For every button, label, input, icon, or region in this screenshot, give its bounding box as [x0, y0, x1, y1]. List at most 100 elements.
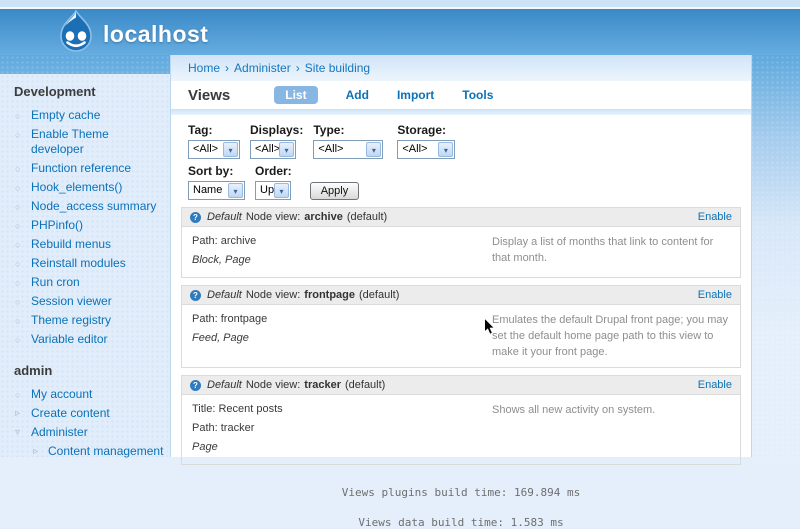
breadcrumb-administer-link[interactable]: Administer: [234, 61, 291, 75]
circle-bullet-icon: ○: [15, 278, 21, 288]
help-icon[interactable]: ?: [190, 289, 201, 301]
type-select[interactable]: <All> ▾: [313, 140, 384, 159]
sidebar-item-empty-cache[interactable]: ○ Empty cache: [0, 108, 170, 123]
circle-bullet-icon: ○: [15, 202, 21, 212]
chevron-down-icon: ▾: [228, 183, 243, 198]
chevron-down-icon: ▾: [223, 142, 238, 157]
view-type-label: Node view:: [245, 289, 301, 301]
sort-by-filter-label: Sort by:: [188, 164, 234, 178]
storage-filter-label: Storage:: [397, 123, 447, 137]
sidebar-item-reinstall-modules[interactable]: ○ Reinstall modules: [0, 256, 170, 271]
mouse-cursor: [483, 316, 496, 341]
view-details: Path: frontpage Feed, Page: [192, 310, 492, 360]
order-select[interactable]: Up ▾: [255, 181, 291, 200]
help-icon[interactable]: ?: [190, 379, 201, 391]
drupal-logo-icon[interactable]: [54, 9, 98, 55]
breadcrumb: Home › Administer › Site building: [171, 55, 751, 81]
storage-select[interactable]: <All> ▾: [397, 140, 456, 159]
view-path: Path: tracker: [192, 422, 255, 434]
view-row-header: ? Default Node view: frontpage (default)…: [182, 286, 740, 305]
views-data-build-time: Views data build time: 1.583 ms: [358, 516, 564, 529]
view-suffix: (default): [344, 379, 386, 391]
view-row-header: ? Default Node view: archive (default) E…: [182, 208, 740, 227]
circle-bullet-icon: ○: [15, 111, 21, 121]
chevron-down-icon: ▾: [274, 183, 289, 198]
view-badge: Default: [207, 211, 242, 223]
tab-list[interactable]: List: [274, 86, 318, 104]
chevron-down-icon: ▾: [279, 142, 294, 157]
view-badge: Default: [207, 289, 242, 301]
view-name: archive: [304, 211, 343, 223]
top-strip: [0, 0, 800, 9]
view-type-label: Node view:: [245, 211, 301, 223]
tab-import[interactable]: Import: [397, 88, 434, 102]
type-filter-label: Type:: [313, 123, 345, 137]
devel-timers: Views plugins build time: 169.894 ms Vie…: [181, 486, 741, 529]
breadcrumb-home-link[interactable]: Home: [188, 61, 220, 75]
sidebar-item-phpinfo[interactable]: ○ PHPinfo(): [0, 218, 170, 233]
view-badge: Default: [207, 379, 242, 391]
expanded-arrow-icon: ▿: [15, 427, 21, 438]
tab-underline-strip: [171, 109, 751, 115]
view-row-frontpage: ? Default Node view: frontpage (default)…: [181, 285, 741, 368]
sidebar: Development ○ Empty cache ○ Enable Theme d…: [0, 84, 170, 463]
main-panel: Home › Administer › Site building Views List…: [170, 55, 752, 529]
apply-button[interactable]: Apply: [309, 182, 360, 200]
breadcrumb-site-building-link[interactable]: Site building: [305, 61, 370, 75]
sidebar-item-enable-theme-developer[interactable]: ○ Enable Theme developer: [0, 127, 170, 157]
displays-filter-label: Displays:: [250, 123, 304, 137]
sidebar-section-development: Development: [14, 84, 96, 99]
view-description: Shows all new activity on system.: [492, 404, 656, 416]
view-name: tracker: [304, 379, 341, 391]
view-details: Title: Recent posts Path: tracker Page: [192, 400, 492, 457]
view-display-types: Page: [192, 441, 218, 453]
circle-bullet-icon: ○: [15, 259, 21, 269]
views-plugins-build-time: Views plugins build time: 169.894 ms: [341, 486, 581, 499]
sidebar-item-create-content[interactable]: ▹ Create content: [0, 406, 170, 421]
breadcrumb-separator: ›: [295, 61, 300, 75]
view-display-types: Block, Page: [192, 254, 251, 266]
circle-bullet-icon: ○: [15, 130, 21, 140]
circle-bullet-icon: ○: [15, 390, 21, 400]
help-icon[interactable]: ?: [190, 211, 201, 223]
sidebar-item-node-access-summary[interactable]: ○ Node_access summary: [0, 199, 170, 214]
collapsed-arrow-icon: ▹: [15, 408, 21, 419]
sidebar-item-variable-editor[interactable]: ○ Variable editor: [0, 332, 170, 347]
views-filters: Tag: <All> ▾ Displays: <All> ▾ Type: <All>…: [188, 123, 741, 200]
sidebar-item-function-reference[interactable]: ○ Function reference: [0, 161, 170, 176]
view-description: Display a list of months that link to co…: [492, 236, 714, 264]
sort-by-select[interactable]: Name ▾: [188, 181, 245, 200]
view-suffix: (default): [346, 211, 388, 223]
order-filter-label: Order:: [255, 164, 292, 178]
enable-link[interactable]: Enable: [698, 379, 732, 391]
sidebar-section-admin: admin: [14, 363, 53, 378]
site-name[interactable]: localhost: [103, 21, 208, 48]
circle-bullet-icon: ○: [15, 297, 21, 307]
circle-bullet-icon: ○: [15, 164, 21, 174]
tab-add[interactable]: Add: [346, 88, 369, 102]
circle-bullet-icon: ○: [15, 240, 21, 250]
tag-select[interactable]: <All> ▾: [188, 140, 240, 159]
view-type-label: Node view:: [245, 379, 301, 391]
sidebar-item-rebuild-menus[interactable]: ○ Rebuild menus: [0, 237, 170, 252]
sidebar-item-run-cron[interactable]: ○ Run cron: [0, 275, 170, 290]
chevron-down-icon: ▾: [366, 142, 382, 157]
view-details: Path: archive Block, Page: [192, 232, 492, 270]
sidebar-item-session-viewer[interactable]: ○ Session viewer: [0, 294, 170, 309]
sidebar-item-administer[interactable]: ▿ Administer: [0, 425, 170, 440]
chevron-down-icon: ▾: [438, 142, 454, 157]
view-display-types: Feed, Page: [192, 332, 249, 344]
tag-filter-label: Tag:: [188, 123, 213, 137]
view-title: Title: Recent posts: [192, 403, 283, 415]
circle-bullet-icon: ○: [15, 335, 21, 345]
enable-link[interactable]: Enable: [698, 211, 732, 223]
sidebar-item-hook-elements[interactable]: ○ Hook_elements(): [0, 180, 170, 195]
displays-select[interactable]: <All> ▾: [250, 140, 296, 159]
sidebar-item-my-account[interactable]: ○ My account: [0, 387, 170, 402]
enable-link[interactable]: Enable: [698, 289, 732, 301]
view-row-archive: ? Default Node view: archive (default) E…: [181, 207, 741, 278]
circle-bullet-icon: ○: [15, 316, 21, 326]
tab-tools[interactable]: Tools: [462, 88, 493, 102]
circle-bullet-icon: ○: [15, 183, 21, 193]
sidebar-item-theme-registry[interactable]: ○ Theme registry: [0, 313, 170, 328]
